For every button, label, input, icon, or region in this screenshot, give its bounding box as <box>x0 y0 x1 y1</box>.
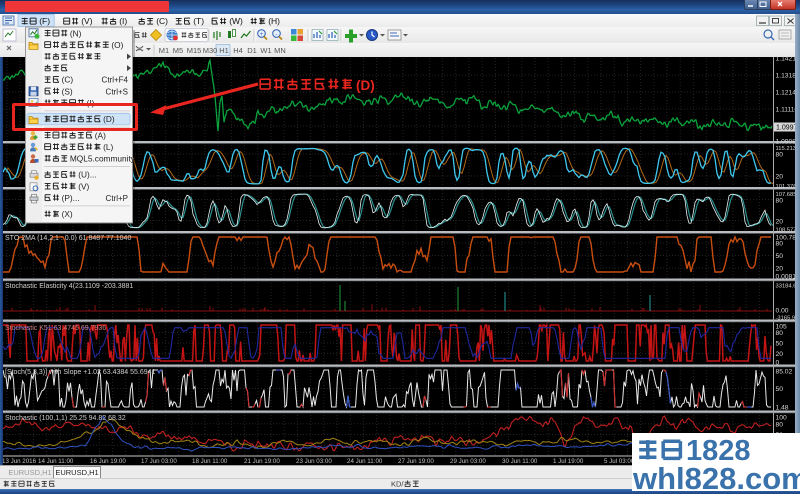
svg-text:(L): (L) <box>103 142 113 152</box>
svg-text:(D): (D) <box>356 78 375 93</box>
svg-text:MQL5.community: MQL5.community <box>70 154 136 164</box>
svg-text:KD/: KD/ <box>391 480 404 489</box>
svg-text:(X): (X) <box>62 209 73 219</box>
svg-text:[Stoch(5,3,3)] with Slope +1.0: [Stoch(5,3,3)] with Slope +1.02 63.4384 … <box>5 369 156 376</box>
svg-text:(P)...: (P)... <box>62 193 80 203</box>
svg-text:Stochastic K51 63.4745 69.7936: Stochastic K51 63.4745 69.7936 <box>5 325 106 332</box>
svg-text:Stochastic (100,1,1) 25.25 94.: Stochastic (100,1,1) 25.25 94.82 68.32 <box>5 415 126 422</box>
svg-text:Ctrl+P: Ctrl+P <box>106 194 128 203</box>
svg-text:whl828.com: whl828.com <box>632 461 800 491</box>
svg-text:(U)...: (U)... <box>78 170 96 180</box>
svg-text:Stochastic Elasticity 4(23.11: Stochastic Elasticity 4(23.1109 -203.388… <box>5 283 133 290</box>
svg-text:(V): (V) <box>78 181 89 191</box>
